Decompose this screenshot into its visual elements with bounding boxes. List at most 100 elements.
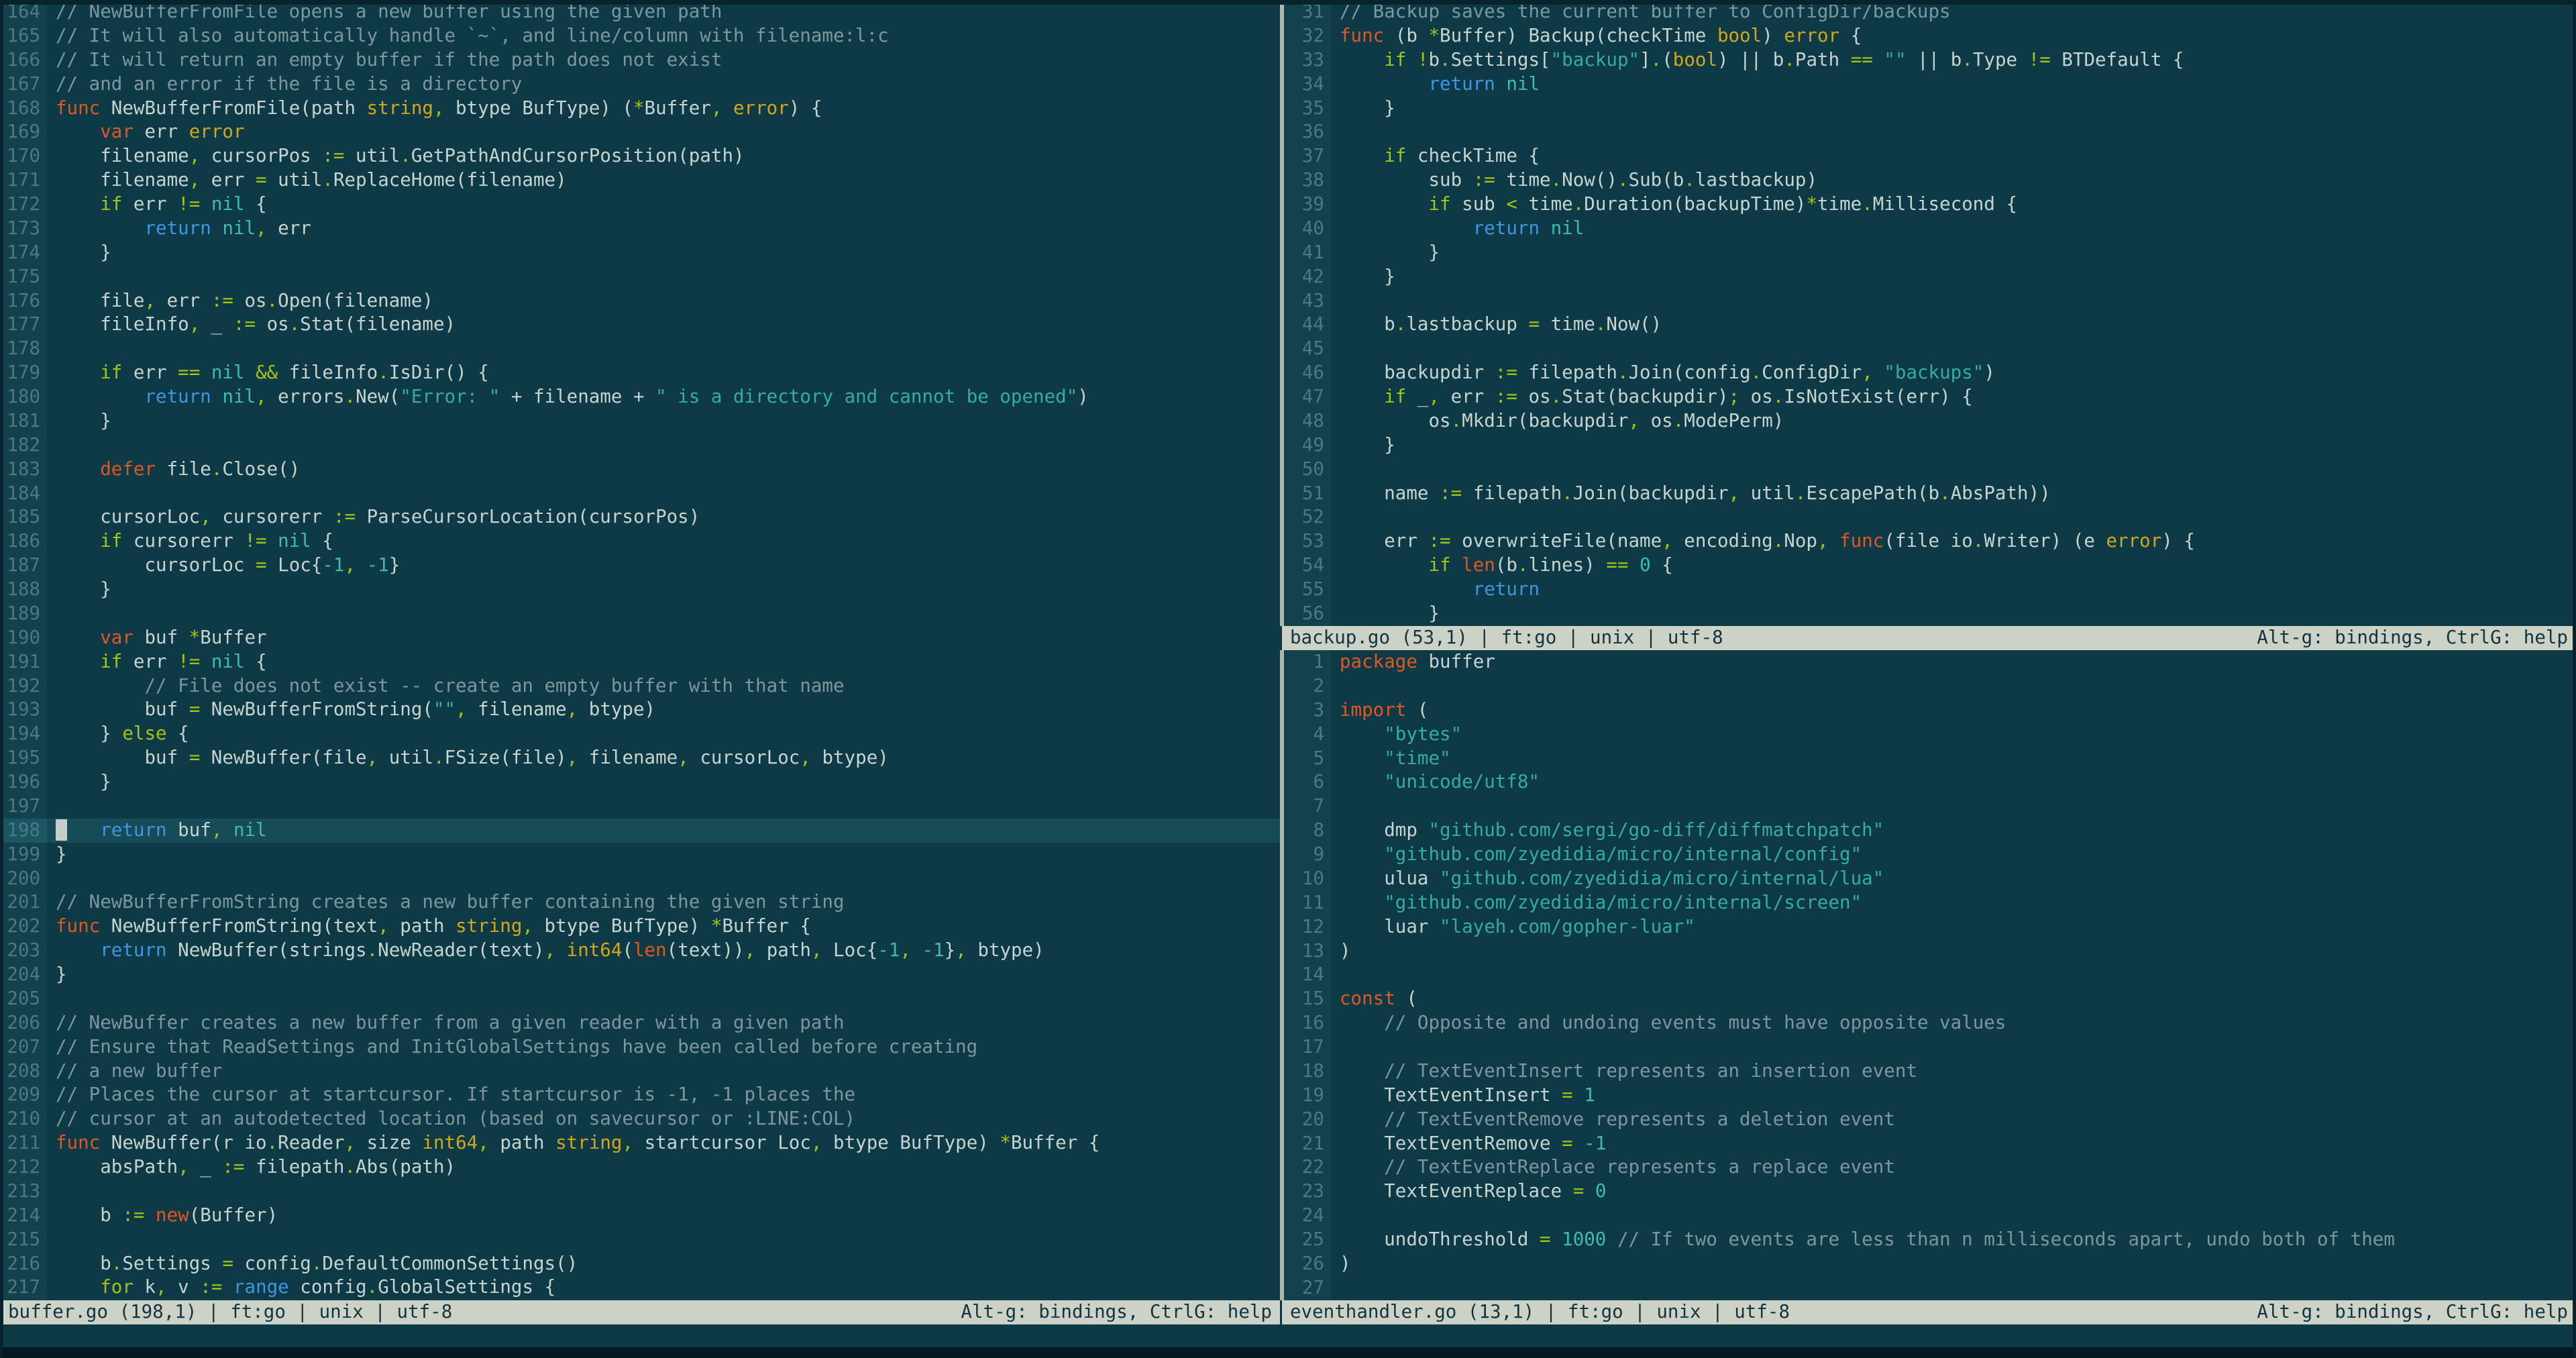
code-line[interactable]: 209 // Places the cursor at startcursor. …: [0, 1083, 1280, 1108]
code-line[interactable]: 192 // File does not exist -- create an …: [0, 674, 1280, 698]
code-line[interactable]: 212 absPath, _ := filepath.Abs(path): [0, 1155, 1280, 1180]
code-line[interactable]: 177 fileInfo, _ := os.Stat(filename): [0, 313, 1280, 337]
code-line[interactable]: 217 for k, v := range config.GlobalSetti…: [0, 1275, 1280, 1300]
code-line[interactable]: 16 // Opposite and undoing events must h…: [1284, 1011, 2576, 1035]
code-line[interactable]: 174 }: [0, 240, 1280, 265]
code-line[interactable]: 187 cursorLoc = Loc{-1, -1}: [0, 554, 1280, 578]
code-line[interactable]: 21 TextEventRemove = -1: [1284, 1131, 2576, 1156]
code-line[interactable]: 171 filename, err = util.ReplaceHome(fil…: [0, 168, 1280, 193]
code-line[interactable]: 38 sub := time.Now().Sub(b.lastbackup): [1284, 168, 2576, 193]
code-line[interactable]: 206 // NewBuffer creates a new buffer fro…: [0, 1010, 1280, 1035]
code-line[interactable]: 179 if err == nil && fileInfo.IsDir() {: [0, 361, 1280, 385]
code-line[interactable]: 215: [0, 1227, 1280, 1252]
code-line[interactable]: 52: [1284, 505, 2576, 530]
code-line[interactable]: 178: [0, 337, 1280, 362]
code-line[interactable]: 39 if sub < time.Duration(backupTime)*ti…: [1284, 193, 2576, 217]
code-line[interactable]: 194 } else {: [0, 722, 1280, 747]
code-line[interactable]: 193 buf = NewBufferFromString("", filena…: [0, 698, 1280, 723]
code-line[interactable]: 176 file, err := os.Open(filename): [0, 289, 1280, 313]
code-line[interactable]: 185 cursorLoc, cursorerr := ParseCursorL…: [0, 505, 1280, 530]
code-line[interactable]: 53 err := overwriteFile(name, encoding.N…: [1284, 529, 2576, 554]
code-line[interactable]: 48 os.Mkdir(backupdir, os.ModePerm): [1284, 409, 2576, 433]
code-line[interactable]: 167 // and an error if the file is a dire…: [0, 72, 1280, 97]
code-line[interactable]: 210 // cursor at an autodetected location…: [0, 1107, 1280, 1132]
code-line[interactable]: 172 if err != nil {: [0, 193, 1280, 217]
vertical-split-divider[interactable]: [1280, 0, 1284, 1300]
code-line[interactable]: 208 // a new buffer: [0, 1059, 1280, 1084]
code-line[interactable]: 207 // Ensure that ReadSettings and InitG…: [0, 1035, 1280, 1059]
code-line[interactable]: 41 }: [1284, 240, 2576, 265]
code-line[interactable]: 44 b.lastbackup = time.Now(): [1284, 313, 2576, 337]
code-line[interactable]: 14: [1284, 963, 2576, 988]
editor-pane-eventhandler-go[interactable]: 1 package buffer 2 3 import (4 "bytes" 5 "tim…: [1284, 650, 2576, 1301]
code-line[interactable]: 6 "unicode/utf8": [1284, 770, 2576, 795]
code-line[interactable]: 25 undoThreshold = 1000 // If two events…: [1284, 1228, 2576, 1252]
code-line[interactable]: 203 return NewBuffer(strings.NewReader(t…: [0, 939, 1280, 963]
code-line[interactable]: 182: [0, 433, 1280, 458]
code-line[interactable]: 50: [1284, 457, 2576, 482]
code-line[interactable]: 201 // NewBufferFromString creates a new …: [0, 890, 1280, 915]
code-line[interactable]: 18 // TextEventInsert represents an inse…: [1284, 1059, 2576, 1084]
code-line[interactable]: 199}: [0, 842, 1280, 867]
code-line[interactable]: 54 if len(b.lines) == 0 {: [1284, 554, 2576, 578]
code-line[interactable]: 20 // TextEventRemove represents a delet…: [1284, 1107, 2576, 1132]
code-line[interactable]: 33 if !b.Settings["backup"].(bool) || b.…: [1284, 48, 2576, 72]
code-line[interactable]: 195 buf = NewBuffer(file, util.FSize(fil…: [0, 746, 1280, 770]
code-line[interactable]: 205: [0, 986, 1280, 1011]
code-line[interactable]: 26): [1284, 1251, 2576, 1276]
command-bar[interactable]: [0, 1324, 2576, 1347]
code-line[interactable]: 7: [1284, 794, 2576, 819]
code-line[interactable]: 188 }: [0, 578, 1280, 602]
code-line[interactable]: 12 luar "layeh.com/gopher-luar": [1284, 915, 2576, 939]
code-line[interactable]: 197: [0, 794, 1280, 819]
code-line[interactable]: 1 package buffer: [1284, 650, 2576, 674]
code-line[interactable]: 22 // TextEventReplace represents a repl…: [1284, 1155, 2576, 1180]
code-line[interactable]: 166 // It will return an empty buffer if …: [0, 48, 1280, 72]
code-line[interactable]: 9 "github.com/zyedidia/micro/internal/co…: [1284, 843, 2576, 867]
code-line[interactable]: 11 "github.com/zyedidia/micro/internal/s…: [1284, 890, 2576, 915]
code-line[interactable]: 211 func NewBuffer(r io.Reader, size int6…: [0, 1131, 1280, 1155]
code-line[interactable]: 55 return: [1284, 578, 2576, 602]
code-line[interactable]: 186 if cursorerr != nil {: [0, 529, 1280, 554]
code-line[interactable]: 173 return nil, err: [0, 216, 1280, 241]
code-line[interactable]: 191 if err != nil {: [0, 649, 1280, 674]
code-line[interactable]: 168 func NewBufferFromFile(path string, b…: [0, 96, 1280, 121]
code-line[interactable]: 213: [0, 1179, 1280, 1204]
code-line[interactable]: 36: [1284, 120, 2576, 145]
code-line[interactable]: 51 name := filepath.Join(backupdir, util…: [1284, 481, 2576, 506]
code-line[interactable]: 17: [1284, 1035, 2576, 1059]
code-line[interactable]: 169 var err error: [0, 120, 1280, 145]
code-line[interactable]: 19 TextEventInsert = 1: [1284, 1083, 2576, 1108]
code-line[interactable]: 214 b := new(Buffer): [0, 1203, 1280, 1228]
editor-pane-backup-go[interactable]: 31// Backup saves the current buffer to …: [1284, 0, 2576, 627]
code-line[interactable]: 10 ulua "github.com/zyedidia/micro/inter…: [1284, 866, 2576, 891]
code-line[interactable]: 175: [0, 264, 1280, 289]
code-line[interactable]: 196 }: [0, 770, 1280, 794]
code-line[interactable]: 216 b.Settings = config.DefaultCommonSet…: [0, 1251, 1280, 1276]
code-line[interactable]: 204}: [0, 963, 1280, 987]
code-line[interactable]: 34 return nil: [1284, 72, 2576, 97]
code-line[interactable]: 42 }: [1284, 264, 2576, 289]
code-line[interactable]: 200: [0, 866, 1280, 891]
code-line[interactable]: 183 defer file.Close(): [0, 457, 1280, 482]
code-line[interactable]: 5 "time": [1284, 746, 2576, 771]
code-line[interactable]: 202 func NewBufferFromString(text, path s…: [0, 915, 1280, 939]
code-line[interactable]: 13): [1284, 939, 2576, 963]
code-line[interactable]: 165 // It will also automatically handle …: [0, 23, 1280, 48]
code-line[interactable]: 35 }: [1284, 96, 2576, 121]
code-line[interactable]: 24: [1284, 1204, 2576, 1228]
code-line[interactable]: 190 var buf *Buffer: [0, 625, 1280, 650]
code-line[interactable]: 4 "bytes": [1284, 722, 2576, 747]
code-line[interactable]: 32 func (b *Buffer) Backup(checkTime bool…: [1284, 23, 2576, 48]
code-line[interactable]: 189: [0, 601, 1280, 626]
code-line[interactable]: 37 if checkTime {: [1284, 144, 2576, 169]
code-line[interactable]: 43: [1284, 289, 2576, 313]
code-line[interactable]: 2: [1284, 674, 2576, 698]
code-line[interactable]: 3 import (: [1284, 698, 2576, 723]
code-line[interactable]: 198 return buf, nil: [0, 818, 1280, 843]
code-line[interactable]: 184: [0, 481, 1280, 506]
code-line[interactable]: 23 TextEventReplace = 0: [1284, 1180, 2576, 1204]
code-line[interactable]: 181 }: [0, 409, 1280, 433]
code-line[interactable]: 49 }: [1284, 433, 2576, 458]
code-line[interactable]: 56 }: [1284, 601, 2576, 626]
